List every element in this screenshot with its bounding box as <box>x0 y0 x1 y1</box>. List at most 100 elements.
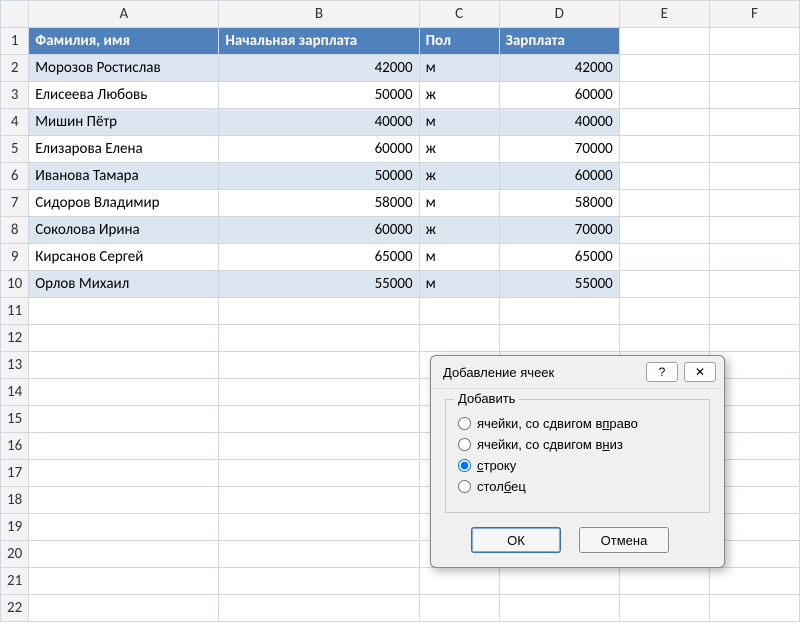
cell[interactable] <box>709 136 799 163</box>
cell[interactable] <box>29 379 219 406</box>
cell[interactable] <box>499 568 619 595</box>
cell[interactable] <box>219 379 419 406</box>
cell[interactable] <box>219 298 419 325</box>
cell[interactable]: 50000 <box>219 82 419 109</box>
cancel-button[interactable]: Отмена <box>579 527 669 553</box>
row-header[interactable]: 9 <box>1 244 29 271</box>
cell[interactable] <box>709 82 799 109</box>
cell[interactable] <box>219 514 419 541</box>
column-header-F[interactable]: F <box>709 1 799 28</box>
cell[interactable] <box>419 595 499 622</box>
row-header[interactable]: 18 <box>1 487 29 514</box>
cell[interactable] <box>219 352 419 379</box>
cell[interactable]: 60000 <box>499 82 619 109</box>
cell[interactable]: Морозов Ростислав <box>29 55 219 82</box>
ok-button[interactable]: ОК <box>471 527 561 553</box>
cell[interactable] <box>619 190 709 217</box>
cell[interactable] <box>619 568 709 595</box>
radio-shift-right[interactable]: ячейки, со сдвигом вправо <box>458 416 697 431</box>
cell[interactable] <box>219 325 419 352</box>
cell[interactable] <box>619 163 709 190</box>
row-header[interactable]: 1 <box>1 28 29 55</box>
column-header-C[interactable]: C <box>419 1 499 28</box>
cell[interactable] <box>619 109 709 136</box>
cell[interactable]: 58000 <box>499 190 619 217</box>
radio-input-shift-down[interactable] <box>458 438 471 451</box>
radio-input-row[interactable] <box>458 459 471 472</box>
cell[interactable]: 50000 <box>219 163 419 190</box>
cell[interactable] <box>709 163 799 190</box>
cell[interactable] <box>619 55 709 82</box>
cell[interactable] <box>709 325 799 352</box>
cell[interactable] <box>709 298 799 325</box>
cell[interactable]: м <box>419 55 499 82</box>
cell[interactable] <box>709 109 799 136</box>
corner-cell[interactable] <box>1 1 29 28</box>
cell[interactable]: 60000 <box>499 163 619 190</box>
cell[interactable] <box>419 325 499 352</box>
cell[interactable]: 58000 <box>219 190 419 217</box>
cell[interactable] <box>29 541 219 568</box>
row-header[interactable]: 2 <box>1 55 29 82</box>
cell[interactable] <box>709 190 799 217</box>
row-header[interactable]: 3 <box>1 82 29 109</box>
cell[interactable]: Орлов Михаил <box>29 271 219 298</box>
row-header[interactable]: 19 <box>1 514 29 541</box>
cell[interactable] <box>619 244 709 271</box>
cell[interactable]: 70000 <box>499 217 619 244</box>
cell[interactable] <box>709 55 799 82</box>
row-header[interactable]: 4 <box>1 109 29 136</box>
cell[interactable]: 40000 <box>499 109 619 136</box>
row-header[interactable]: 5 <box>1 136 29 163</box>
cell[interactable]: Иванова Тамара <box>29 163 219 190</box>
radio-column[interactable]: столбец <box>458 479 697 494</box>
cell[interactable] <box>29 514 219 541</box>
cell[interactable] <box>709 217 799 244</box>
cell[interactable] <box>709 244 799 271</box>
cell[interactable] <box>709 595 799 622</box>
row-header[interactable]: 7 <box>1 190 29 217</box>
cell[interactable]: ж <box>419 217 499 244</box>
cell[interactable]: Зарплата <box>499 28 619 55</box>
row-header[interactable]: 11 <box>1 298 29 325</box>
cell[interactable] <box>29 352 219 379</box>
cell[interactable]: Начальная зарплата <box>219 28 419 55</box>
radio-input-shift-right[interactable] <box>458 417 471 430</box>
column-header-A[interactable]: A <box>29 1 219 28</box>
row-header[interactable]: 17 <box>1 460 29 487</box>
radio-shift-down[interactable]: ячейки, со сдвигом вниз <box>458 437 697 452</box>
cell[interactable]: Фамилия, имя <box>29 28 219 55</box>
cell[interactable]: м <box>419 109 499 136</box>
cell[interactable] <box>219 595 419 622</box>
cell[interactable] <box>219 541 419 568</box>
cell[interactable]: м <box>419 244 499 271</box>
column-header-B[interactable]: B <box>219 1 419 28</box>
cell[interactable] <box>219 460 419 487</box>
close-button[interactable]: ✕ <box>684 362 716 382</box>
cell[interactable]: Елизарова Елена <box>29 136 219 163</box>
row-header[interactable]: 12 <box>1 325 29 352</box>
cell[interactable]: ж <box>419 82 499 109</box>
cell[interactable] <box>619 82 709 109</box>
radio-input-column[interactable] <box>458 480 471 493</box>
cell[interactable]: Соколова Ирина <box>29 217 219 244</box>
cell[interactable] <box>29 487 219 514</box>
cell[interactable]: Мишин Пётр <box>29 109 219 136</box>
cell[interactable] <box>419 298 499 325</box>
cell[interactable] <box>29 406 219 433</box>
cell[interactable] <box>29 595 219 622</box>
cell[interactable]: 60000 <box>219 217 419 244</box>
cell[interactable] <box>709 271 799 298</box>
row-header[interactable]: 14 <box>1 379 29 406</box>
cell[interactable] <box>219 487 419 514</box>
row-header[interactable]: 20 <box>1 541 29 568</box>
row-header[interactable]: 8 <box>1 217 29 244</box>
cell[interactable]: Пол <box>419 28 499 55</box>
cell[interactable] <box>709 568 799 595</box>
cell[interactable] <box>499 595 619 622</box>
cell[interactable]: Сидоров Владимир <box>29 190 219 217</box>
cell[interactable]: 55000 <box>219 271 419 298</box>
cell[interactable]: 60000 <box>219 136 419 163</box>
cell[interactable]: м <box>419 271 499 298</box>
cell[interactable] <box>219 433 419 460</box>
